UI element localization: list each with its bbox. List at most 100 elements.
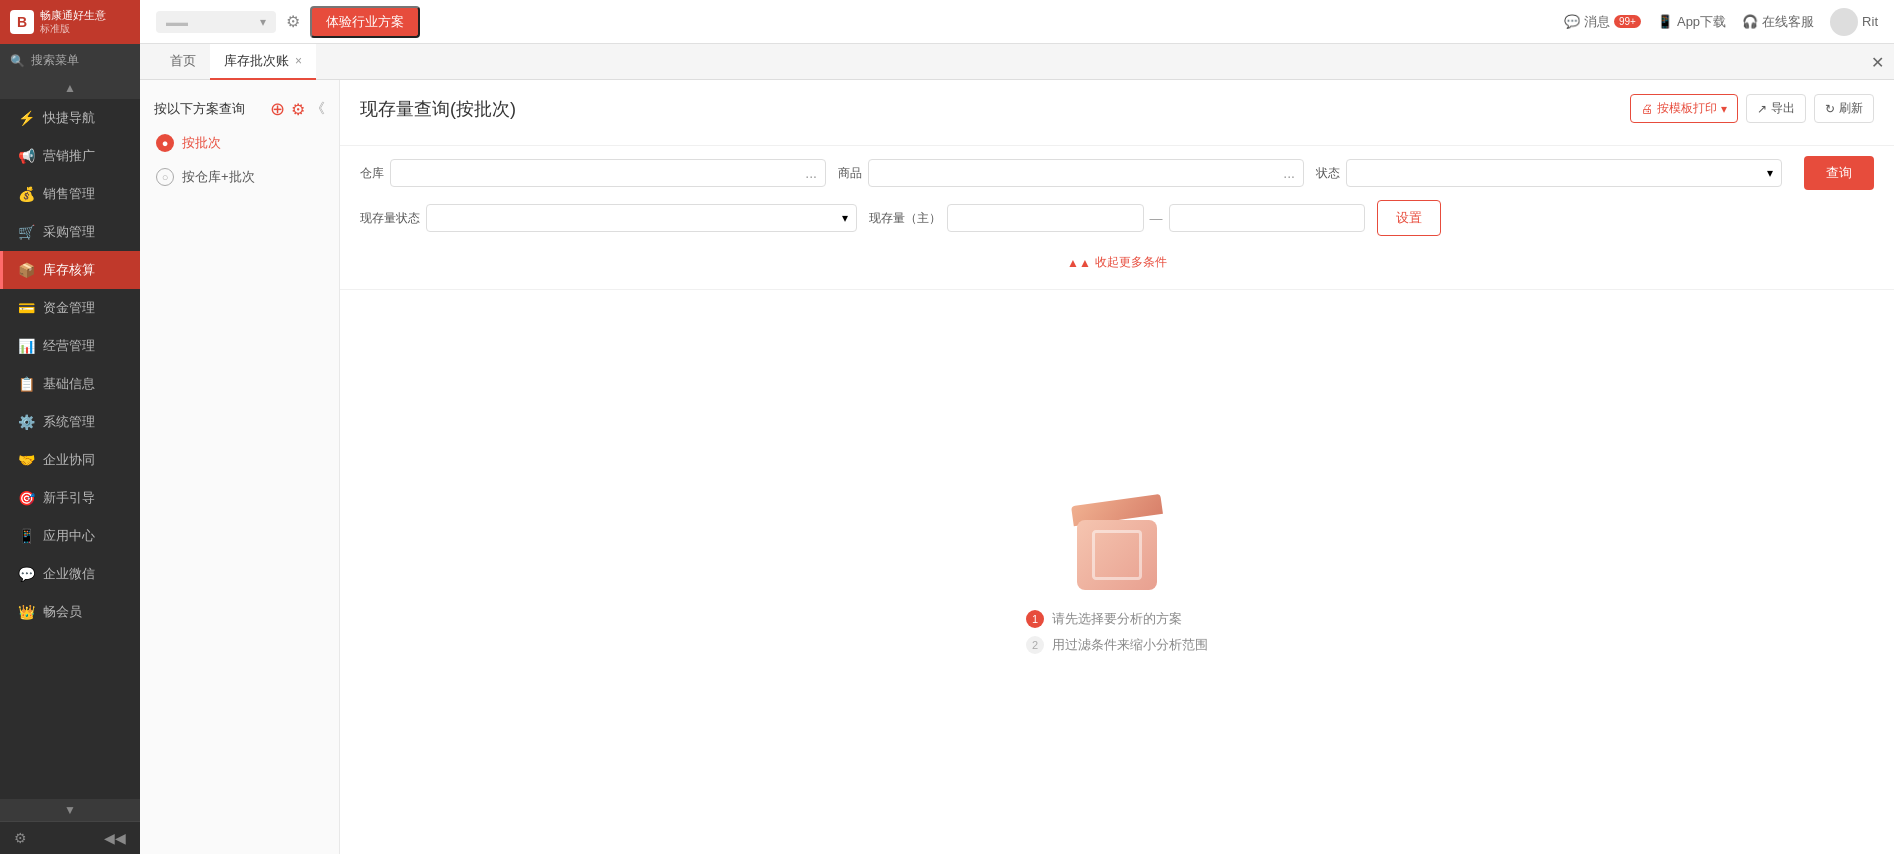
topbar-settings-icon[interactable]: ⚙ [286,12,300,31]
inventory-qty-from[interactable] [947,204,1144,232]
trial-btn[interactable]: 体验行业方案 [310,6,420,38]
goods-more-icon[interactable]: ... [1283,165,1295,181]
user-name: Rit [1862,14,1878,29]
sidebar-item-finance[interactable]: 💳 资金管理 [0,289,140,327]
empty-box-inner [1092,530,1142,580]
settings-btn[interactable]: 设置 [1377,200,1441,236]
filter-status: 状态 ▾ [1316,159,1782,187]
sidebar-item-apps[interactable]: 📱 应用中心 [0,517,140,555]
system-icon: ⚙️ [17,413,35,431]
panel-add-btn[interactable]: ⊕ [270,98,285,120]
sidebar-item-basics[interactable]: 📋 基础信息 [0,365,140,403]
sidebar-item-vip[interactable]: 👑 畅会员 [0,593,140,631]
sidebar-scroll-down[interactable]: ▼ [0,799,140,821]
vip-icon: 👑 [17,603,35,621]
status-chevron-icon: ▾ [1767,166,1773,180]
sidebar-item-system[interactable]: ⚙️ 系统管理 [0,403,140,441]
topbar-search-input[interactable]: ▬▬ ▾ [156,11,276,33]
warehouse-more-icon[interactable]: ... [805,165,817,181]
print-btn[interactable]: 🖨 按模板打印 ▾ [1630,94,1738,123]
app-download-btn[interactable]: 📱 App下载 [1657,13,1726,31]
hint-item-1: 1 请先选择要分析的方案 [1026,610,1208,628]
messages-btn[interactable]: 💬 消息 99+ [1564,13,1641,31]
sidebar-item-wechat[interactable]: 💬 企业微信 [0,555,140,593]
online-service-btn[interactable]: 🎧 在线客服 [1742,13,1814,31]
warehouse-label: 仓库 [360,165,384,182]
goods-input[interactable]: ... [868,159,1304,187]
refresh-btn[interactable]: ↻ 刷新 [1814,94,1874,123]
page-title: 现存量查询(按批次) [360,97,516,121]
warehouse-input[interactable]: ... [390,159,826,187]
sidebar-item-marketing[interactable]: 📢 营销推广 [0,137,140,175]
sidebar-item-newbie[interactable]: 🎯 新手引导 [0,479,140,517]
sidebar-item-purchase[interactable]: 🛒 采购管理 [0,213,140,251]
filter-row-2: 现存量状态 ▾ 现存量（主） — 设置 [360,200,1874,236]
status-select[interactable]: ▾ [1346,159,1782,187]
query-btn[interactable]: 查询 [1804,156,1874,190]
refresh-icon: ↻ [1825,102,1835,116]
hint-num-2: 2 [1026,636,1044,654]
page-area: 按以下方案查询 ⊕ ⚙ 《 ● 按批次 ○ 按仓库+批次 现存量查询 [140,80,1894,854]
status-label: 状态 [1316,165,1340,182]
inventory-status-select[interactable]: ▾ [426,204,857,232]
plan-item-by-batch[interactable]: ● 按批次 [140,126,339,160]
panel-header: 按以下方案查询 ⊕ ⚙ 《 [140,92,339,126]
sidebar-item-quick-nav[interactable]: ⚡ 快捷导航 [0,99,140,137]
app-company: 畅康通好生意 [40,8,106,22]
marketing-icon: 📢 [17,147,35,165]
panel-gear-icon[interactable]: ⚙ [291,100,305,119]
filter-inventory-qty: 现存量（主） — [869,204,1366,232]
right-content: 现存量查询(按批次) 🖨 按模板打印 ▾ ↗ 导出 ↻ [340,80,1894,854]
sidebar-item-operations[interactable]: 📊 经营管理 [0,327,140,365]
collapse-more-btn[interactable]: ▲▲ 收起更多条件 [360,246,1874,279]
app-download-icon: 📱 [1657,14,1673,29]
panel-header-actions: ⊕ ⚙ 《 [270,98,325,120]
page-header-top: 现存量查询(按批次) 🖨 按模板打印 ▾ ↗ 导出 ↻ [360,94,1874,123]
basics-icon: 📋 [17,375,35,393]
print-icon: 🖨 [1641,102,1653,116]
search-icon: 🔍 [10,54,25,68]
sidebar-item-sales[interactable]: 💰 销售管理 [0,175,140,213]
user-menu-btn[interactable]: Rit [1830,8,1878,36]
tab-home[interactable]: 首页 [156,44,210,80]
sidebar-scroll-up[interactable]: ▲ [0,77,140,99]
topbar-dropdown-icon: ▾ [260,15,266,29]
sidebar-settings-icon[interactable]: ⚙ [14,830,27,846]
inventory-qty-to[interactable] [1169,204,1366,232]
sidebar-item-inventory[interactable]: 📦 库存核算 [0,251,140,289]
sidebar-header: B 畅康通好生意 标准版 [0,0,140,44]
panel-collapse-btn[interactable]: 《 [311,100,325,118]
filter-settings-btn-wrapper: 设置 [1377,200,1874,236]
sidebar-search[interactable]: 🔍 搜索菜单 [0,44,140,77]
plan-active-icon: ● [156,134,174,152]
inventory-status-label: 现存量状态 [360,210,420,227]
export-icon: ↗ [1757,102,1767,116]
messages-icon: 💬 [1564,14,1580,29]
page-header-actions: 🖨 按模板打印 ▾ ↗ 导出 ↻ 刷新 [1630,94,1874,123]
plan-item-by-warehouse-batch[interactable]: ○ 按仓库+批次 [140,160,339,194]
topbar: ▬▬ ▾ ⚙ 体验行业方案 💬 消息 99+ 📱 App下载 🎧 在线客服 [140,0,1894,44]
empty-state: 1 请先选择要分析的方案 2 用过滤条件来缩小分析范围 [340,290,1894,854]
filter-area: 仓库 ... 商品 ... 状态 [340,146,1894,290]
headset-icon: 🎧 [1742,14,1758,29]
apps-icon: 📱 [17,527,35,545]
export-btn[interactable]: ↗ 导出 [1746,94,1806,123]
purchase-icon: 🛒 [17,223,35,241]
hint-text-2: 用过滤条件来缩小分析范围 [1052,636,1208,654]
qty-dash: — [1144,211,1169,226]
sidebar-item-enterprise[interactable]: 🤝 企业协同 [0,441,140,479]
filter-goods: 商品 ... [838,159,1304,187]
tab-close-btn[interactable]: × [295,54,302,68]
empty-illustration [1067,490,1167,590]
tab-inventory-batch[interactable]: 库存批次账 × [210,44,316,80]
empty-hints: 1 请先选择要分析的方案 2 用过滤条件来缩小分析范围 [1026,610,1208,654]
topbar-left: ▬▬ ▾ ⚙ 体验行业方案 [156,6,420,38]
sidebar-collapse-icon[interactable]: ◀◀ [104,830,126,846]
print-dropdown-icon: ▾ [1721,102,1727,116]
sidebar: B 畅康通好生意 标准版 🔍 搜索菜单 ▲ ⚡ 快捷导航 📢 营销推广 💰 销售… [0,0,140,854]
messages-badge: 99+ [1614,15,1641,28]
user-avatar [1830,8,1858,36]
filter-inventory-status: 现存量状态 ▾ [360,204,857,232]
finance-icon: 💳 [17,299,35,317]
tab-bar-close-btn[interactable]: ✕ [1871,52,1884,71]
